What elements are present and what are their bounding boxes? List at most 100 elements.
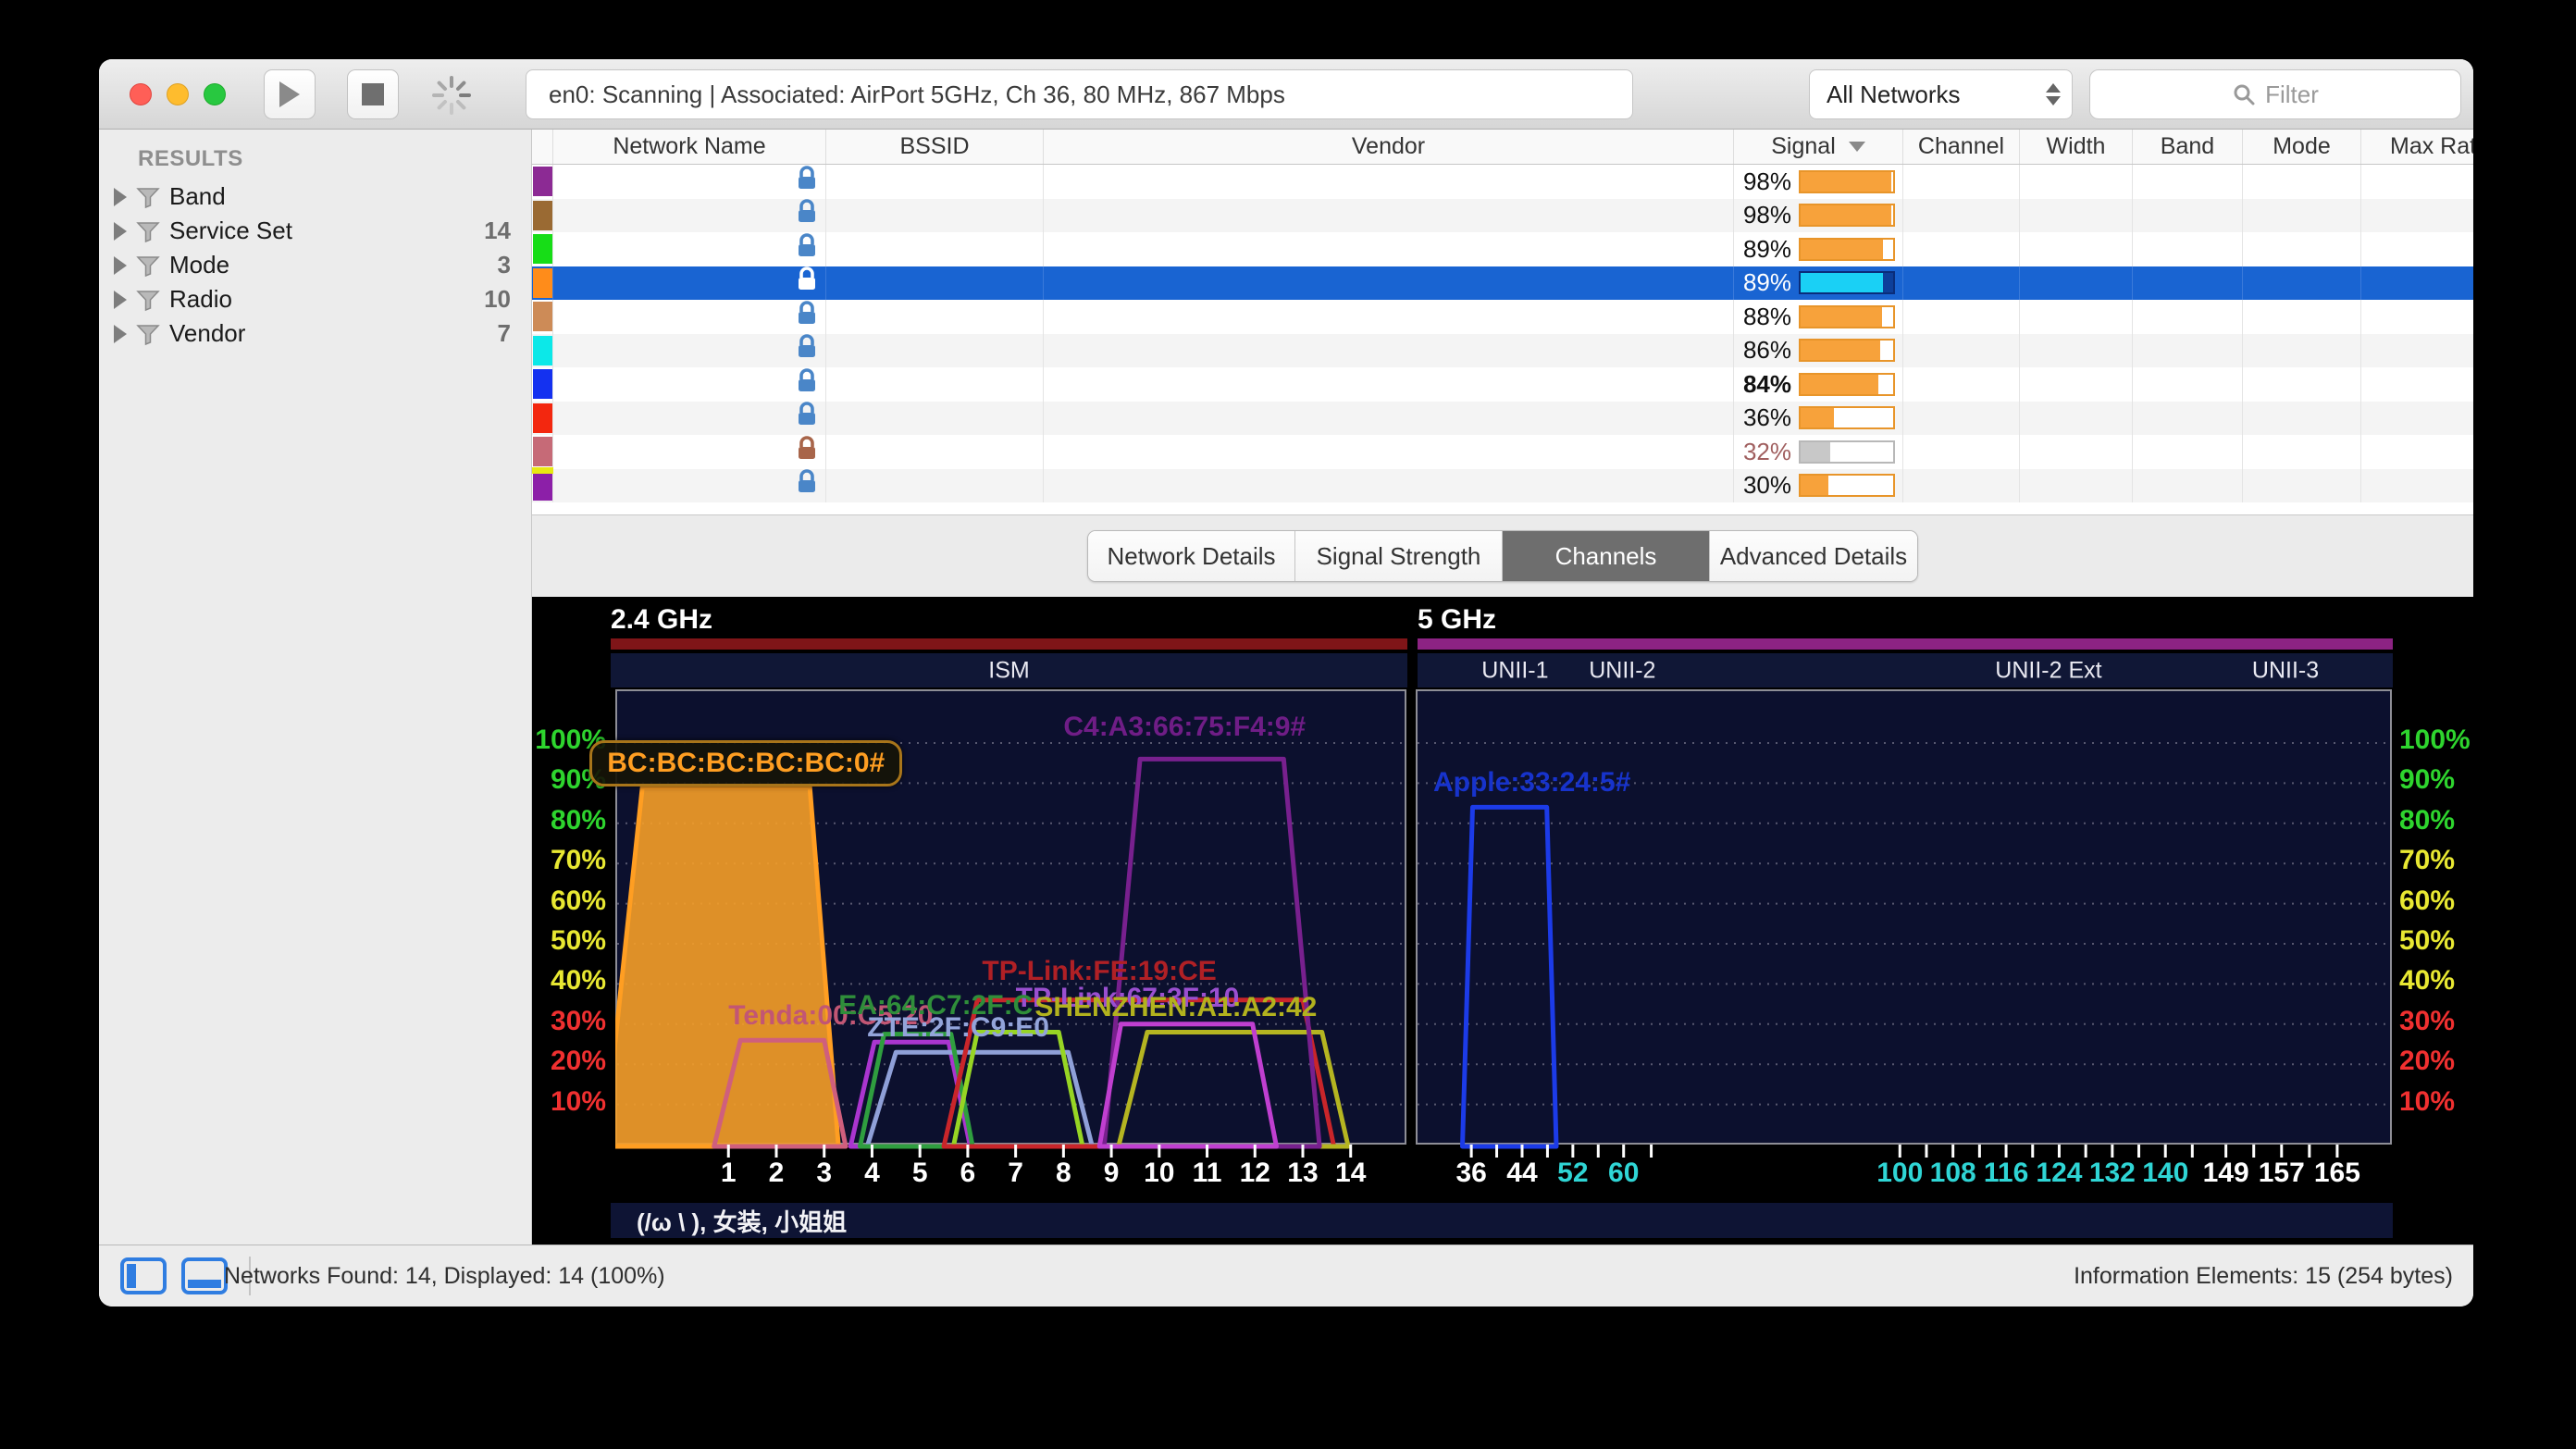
band-cell: [2133, 333, 2243, 367]
column-header-signal[interactable]: Signal: [1734, 130, 1903, 164]
results-sidebar: RESULTS Band Service Set 14 Mode 3 Radio…: [99, 130, 532, 1245]
bssid-cell: [826, 401, 1044, 435]
column-header-width[interactable]: Width: [2020, 130, 2133, 164]
filter-funnel-icon: [136, 187, 160, 208]
signal-percent-axis-label: 50%: [2399, 925, 2456, 956]
start-scan-button[interactable]: [264, 69, 316, 119]
filter-placeholder: Filter: [2265, 80, 2319, 108]
channel-tick-label: 60: [1608, 1158, 1640, 1188]
network-name-cell: [553, 468, 826, 502]
channel-legend-text: (/ω \ ), 女装, 小姐姐: [637, 1208, 848, 1236]
vendor-cell: [1044, 401, 1734, 435]
channel-cell: [1903, 435, 2020, 469]
max-rate-cell: [2361, 266, 2473, 301]
sidebar-item-service-set[interactable]: Service Set 14: [99, 214, 531, 248]
band-segment-strip: ISM: [611, 653, 1407, 687]
signal-percent: 98%: [1742, 167, 1791, 195]
sidebar-item-band[interactable]: Band: [99, 180, 531, 214]
column-header-max-rate[interactable]: Max Rate: [2361, 130, 2473, 164]
signal-percent-axis-label: 70%: [2399, 845, 2456, 876]
channel-tick-label: 157: [2258, 1158, 2305, 1188]
band-segment-label: UNII-1: [1481, 657, 1549, 683]
tab-signal-strength[interactable]: Signal Strength: [1295, 531, 1503, 581]
table-row[interactable]: 86%: [532, 333, 2473, 367]
signal-bar: [1799, 339, 1895, 363]
table-row[interactable]: 84%: [532, 367, 2473, 402]
column-header-chip[interactable]: [532, 130, 553, 164]
zoom-window-button[interactable]: [204, 83, 226, 105]
network-color-chip: [532, 198, 553, 232]
network-color-chip: [532, 333, 553, 367]
signal-cell: 88%: [1734, 300, 1903, 334]
column-header-bssid[interactable]: BSSID: [826, 130, 1044, 164]
band-color-bar: [611, 638, 1407, 650]
channel-plot: [1416, 689, 2392, 1158]
network-color-chip: [532, 165, 553, 199]
column-header-network-name[interactable]: Network Name: [553, 130, 826, 164]
signal-bar: [1799, 440, 1895, 464]
sidebar-item-vendor[interactable]: Vendor 7: [99, 316, 531, 351]
filter-funnel-icon: [136, 221, 160, 242]
tab-advanced-details[interactable]: Advanced Details: [1710, 531, 1917, 581]
disclosure-triangle-icon[interactable]: [114, 221, 127, 241]
table-row[interactable]: 36%: [532, 401, 2473, 435]
width-cell: [2020, 232, 2133, 266]
networks-found-text: Networks Found: 14, Displayed: 14 (100%): [224, 1262, 665, 1289]
minimize-window-button[interactable]: [167, 83, 189, 105]
disclosure-triangle-icon[interactable]: [114, 187, 127, 206]
lock-icon: [799, 469, 815, 493]
channel-tick-label: 124: [2036, 1158, 2083, 1188]
table-row[interactable]: 32%: [532, 435, 2473, 469]
toggle-bottom-panel-icon[interactable]: [180, 1257, 229, 1295]
close-window-button[interactable]: [130, 83, 152, 105]
vendor-cell: [1044, 232, 1734, 266]
mode-cell: [2243, 367, 2361, 402]
channel-cell: [1903, 266, 2020, 300]
filter-search-input[interactable]: Filter: [2089, 69, 2461, 119]
channel-tick-label: 3: [816, 1158, 833, 1188]
signal-percent: 36%: [1742, 403, 1791, 432]
scanning-spinner-icon: [432, 76, 471, 115]
network-color-chip: [532, 435, 553, 469]
mode-cell: [2243, 333, 2361, 367]
column-header-mode[interactable]: Mode: [2243, 130, 2361, 164]
sidebar-item-mode[interactable]: Mode 3: [99, 248, 531, 282]
sidebar-item-radio[interactable]: Radio 10: [99, 282, 531, 316]
bssid-cell: [826, 300, 1044, 334]
disclosure-triangle-icon[interactable]: [114, 255, 127, 275]
disclosure-triangle-icon[interactable]: [114, 324, 127, 343]
band-segment-label: UNII-2 Ext: [1995, 657, 2102, 683]
signal-cell: 98%: [1734, 198, 1903, 232]
band-cell: [2133, 367, 2243, 402]
column-header-channel[interactable]: Channel: [1903, 130, 2020, 164]
scan-status-text: en0: Scanning | Associated: AirPort 5GHz…: [549, 80, 1285, 108]
column-header-band[interactable]: Band: [2133, 130, 2243, 164]
table-row[interactable]: 98%: [532, 198, 2473, 232]
channel-tick-label: 140: [2142, 1158, 2189, 1188]
band-cell: [2133, 300, 2243, 334]
table-row[interactable]: 98%: [532, 165, 2473, 199]
channel-tick-label: 7: [1008, 1158, 1023, 1188]
table-row[interactable]: 88%: [532, 300, 2473, 334]
channel-cell: [1903, 300, 2020, 334]
band-cell: [2133, 468, 2243, 502]
stop-scan-button[interactable]: [347, 69, 399, 119]
signal-percent: 30%: [1742, 471, 1791, 500]
tab-channels[interactable]: Channels: [1503, 531, 1710, 581]
signal-cell: 86%: [1734, 333, 1903, 367]
table-row[interactable]: 89%: [532, 266, 2473, 301]
column-header-vendor[interactable]: Vendor: [1044, 130, 1734, 164]
channel-tick-label: 8: [1056, 1158, 1071, 1188]
network-color-chip: [532, 266, 553, 300]
disclosure-triangle-icon[interactable]: [114, 290, 127, 309]
channel-cell: [1903, 198, 2020, 232]
table-row[interactable]: 30%: [532, 468, 2473, 502]
width-cell: [2020, 333, 2133, 367]
tab-network-details[interactable]: Network Details: [1088, 531, 1295, 581]
network-filter-dropdown[interactable]: All Networks: [1809, 69, 2073, 119]
filter-funnel-icon: [136, 255, 160, 277]
toggle-sidebar-icon[interactable]: [119, 1257, 167, 1295]
network-name-cell: [553, 165, 826, 199]
table-row[interactable]: 89%: [532, 232, 2473, 266]
bssid-cell: [826, 333, 1044, 367]
